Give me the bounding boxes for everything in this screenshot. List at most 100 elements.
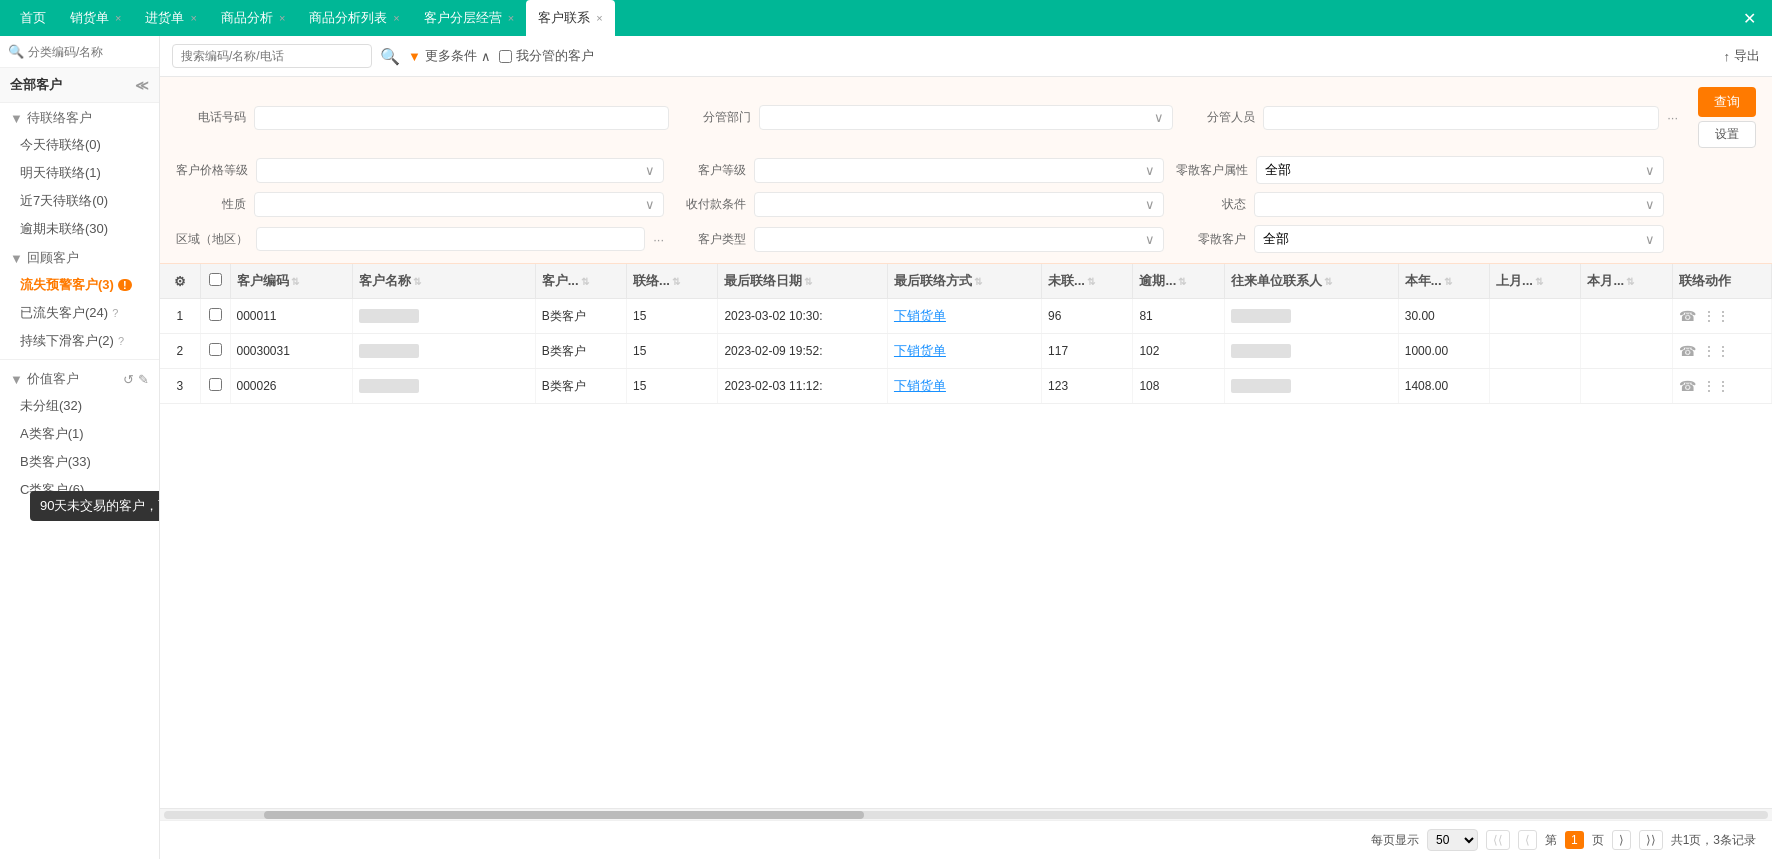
my-customers-checkbox[interactable] xyxy=(499,50,512,63)
sort-icon: ⇅ xyxy=(1444,276,1452,287)
close-all-button[interactable]: ✕ xyxy=(1735,9,1764,28)
th-this-month[interactable]: 本月...⇅ xyxy=(1581,264,1672,299)
status-select[interactable]: ∨ xyxy=(1254,192,1664,217)
horizontal-scrollbar[interactable] xyxy=(160,808,1772,820)
th-code[interactable]: 客户编码⇅ xyxy=(230,264,352,299)
action-buttons: 查询 设置 xyxy=(1698,87,1756,148)
th-last-date[interactable]: 最后联络日期⇅ xyxy=(718,264,888,299)
close-icon[interactable]: × xyxy=(115,12,121,24)
more-icon[interactable]: ⋮⋮ xyxy=(1702,308,1730,324)
search-button[interactable]: 🔍 xyxy=(380,47,400,66)
tab-product-list[interactable]: 商品分析列表 × xyxy=(297,0,411,36)
close-icon[interactable]: × xyxy=(190,12,196,24)
more-icon[interactable]: ⋮⋮ xyxy=(1702,378,1730,394)
close-icon[interactable]: × xyxy=(508,12,514,24)
more-icon[interactable]: ⋮⋮ xyxy=(1702,343,1730,359)
scatter-select[interactable]: 全部 ∨ xyxy=(1254,225,1664,253)
row-checkbox[interactable] xyxy=(209,343,222,356)
sidebar-all-customers[interactable]: 全部客户 ≪ xyxy=(0,68,159,103)
tab-customer-tier[interactable]: 客户分层经营 × xyxy=(412,0,526,36)
th-checkbox[interactable] xyxy=(200,264,230,299)
my-customers-checkbox-label[interactable]: 我分管的客户 xyxy=(499,47,594,65)
last-page-button[interactable]: ⟩⟩ xyxy=(1639,830,1663,850)
sidebar-item-tomorrow[interactable]: 明天待联络(1) xyxy=(0,159,159,187)
th-contact-person[interactable]: 往来单位联系人⇅ xyxy=(1224,264,1398,299)
payment-select[interactable]: ∨ xyxy=(754,192,1164,217)
sidebar-item-churned[interactable]: 已流失客户(24) ? xyxy=(0,299,159,327)
contact-icon[interactable]: ☎ xyxy=(1679,343,1696,359)
dept-select[interactable]: ∨ xyxy=(759,105,1174,130)
tab-purchase[interactable]: 进货单 × xyxy=(133,0,208,36)
phone-input[interactable] xyxy=(254,106,669,130)
tab-home[interactable]: 首页 xyxy=(8,0,58,36)
sidebar-item-7days[interactable]: 近7天待联络(0) xyxy=(0,187,159,215)
ellipsis-icon[interactable]: ··· xyxy=(653,232,664,247)
customer-level-label: 客户等级 xyxy=(676,162,746,179)
query-button[interactable]: 查询 xyxy=(1698,87,1756,117)
sidebar-item-overdue[interactable]: 逾期未联络(30) xyxy=(0,215,159,243)
sidebar-group-review[interactable]: ▼ 回顾客户 xyxy=(0,243,159,271)
sidebar-group-value[interactable]: ▼ 价值客户 ↺ ✎ xyxy=(0,364,159,392)
row-checkbox[interactable] xyxy=(209,308,222,321)
prev-page-button[interactable]: ⟨ xyxy=(1518,830,1537,850)
close-icon[interactable]: × xyxy=(596,12,602,24)
row-code: 000011 xyxy=(230,299,352,334)
close-icon[interactable]: × xyxy=(279,12,285,24)
more-conditions-button[interactable]: ▼ 更多条件 ∧ xyxy=(408,47,491,65)
search-input[interactable] xyxy=(172,44,372,68)
settings-button[interactable]: 设置 xyxy=(1698,121,1756,148)
person-input[interactable] xyxy=(1263,106,1659,130)
nature-label: 性质 xyxy=(176,196,246,213)
contact-icon[interactable]: ☎ xyxy=(1679,308,1696,324)
scatter-attr-select[interactable]: 全部 ∨ xyxy=(1256,156,1664,184)
per-page-select[interactable]: 50 100 xyxy=(1427,829,1478,851)
customer-type-select[interactable]: ∨ xyxy=(754,227,1164,252)
row-checkbox[interactable] xyxy=(209,378,222,391)
sidebar-item-unclassified[interactable]: 未分组(32) xyxy=(0,392,159,420)
customer-type-label: 客户类型 xyxy=(676,231,746,248)
th-this-year[interactable]: 本年...⇅ xyxy=(1398,264,1489,299)
sidebar-search-input[interactable] xyxy=(28,45,160,59)
sidebar-item-churn-warning[interactable]: 流失预警客户(3) ! xyxy=(0,271,159,299)
th-name[interactable]: 客户名称⇅ xyxy=(352,264,535,299)
tab-customer-contact[interactable]: 客户联系 × xyxy=(526,0,614,36)
th-unlisted[interactable]: 未联...⇅ xyxy=(1042,264,1133,299)
first-page-button[interactable]: ⟨⟨ xyxy=(1486,830,1510,850)
ellipsis-icon[interactable]: ··· xyxy=(1667,110,1678,125)
select-all-checkbox[interactable] xyxy=(209,273,222,286)
export-button[interactable]: ↑ 导出 xyxy=(1724,47,1761,65)
price-level-select[interactable]: ∨ xyxy=(256,158,664,183)
scatter-label: 零散客户 xyxy=(1176,231,1246,248)
sidebar-item-declining[interactable]: 持续下滑客户(2) ? xyxy=(0,327,159,355)
sidebar-item-today[interactable]: 今天待联络(0) xyxy=(0,131,159,159)
edit-icon[interactable]: ✎ xyxy=(138,372,149,387)
region-input[interactable] xyxy=(256,227,645,251)
contact-icon[interactable]: ☎ xyxy=(1679,378,1696,394)
next-page-button[interactable]: ⟩ xyxy=(1612,830,1631,850)
action-icons: ☎ ⋮⋮ xyxy=(1679,308,1765,324)
th-last-month[interactable]: 上月...⇅ xyxy=(1490,264,1581,299)
gear-icon[interactable]: ⚙ xyxy=(174,274,186,289)
tab-product-analysis[interactable]: 商品分析 × xyxy=(209,0,297,36)
nature-select[interactable]: ∨ xyxy=(254,192,664,217)
sidebar-item-class-a[interactable]: A类客户(1) xyxy=(0,420,159,448)
th-type[interactable]: 客户...⇅ xyxy=(535,264,626,299)
last-method-link[interactable]: 下销货单 xyxy=(894,308,946,323)
scrollbar-thumb[interactable] xyxy=(264,811,864,819)
last-method-link[interactable]: 下销货单 xyxy=(894,378,946,393)
customer-level-select[interactable]: ∨ xyxy=(754,158,1164,183)
sidebar-group-pending[interactable]: ▼ 待联络客户 xyxy=(0,103,159,131)
collapse-icon[interactable]: ≪ xyxy=(135,78,149,93)
dept-label: 分管部门 xyxy=(681,109,751,126)
filter-row-3: 性质 ∨ 收付款条件 ∨ 状态 xyxy=(176,192,1756,217)
th-last-method[interactable]: 最后联络方式⇅ xyxy=(887,264,1041,299)
tab-sales[interactable]: 销货单 × xyxy=(58,0,133,36)
sidebar-item-class-b[interactable]: B类客户(33) xyxy=(0,448,159,476)
th-contact[interactable]: 联络...⇅ xyxy=(627,264,718,299)
row-type: B类客户 xyxy=(535,299,626,334)
th-overdue[interactable]: 逾期...⇅ xyxy=(1133,264,1224,299)
last-method-link[interactable]: 下销货单 xyxy=(894,343,946,358)
close-icon[interactable]: × xyxy=(393,12,399,24)
refresh-icon[interactable]: ↺ xyxy=(123,372,134,387)
row-overdue: 108 xyxy=(1133,369,1224,404)
